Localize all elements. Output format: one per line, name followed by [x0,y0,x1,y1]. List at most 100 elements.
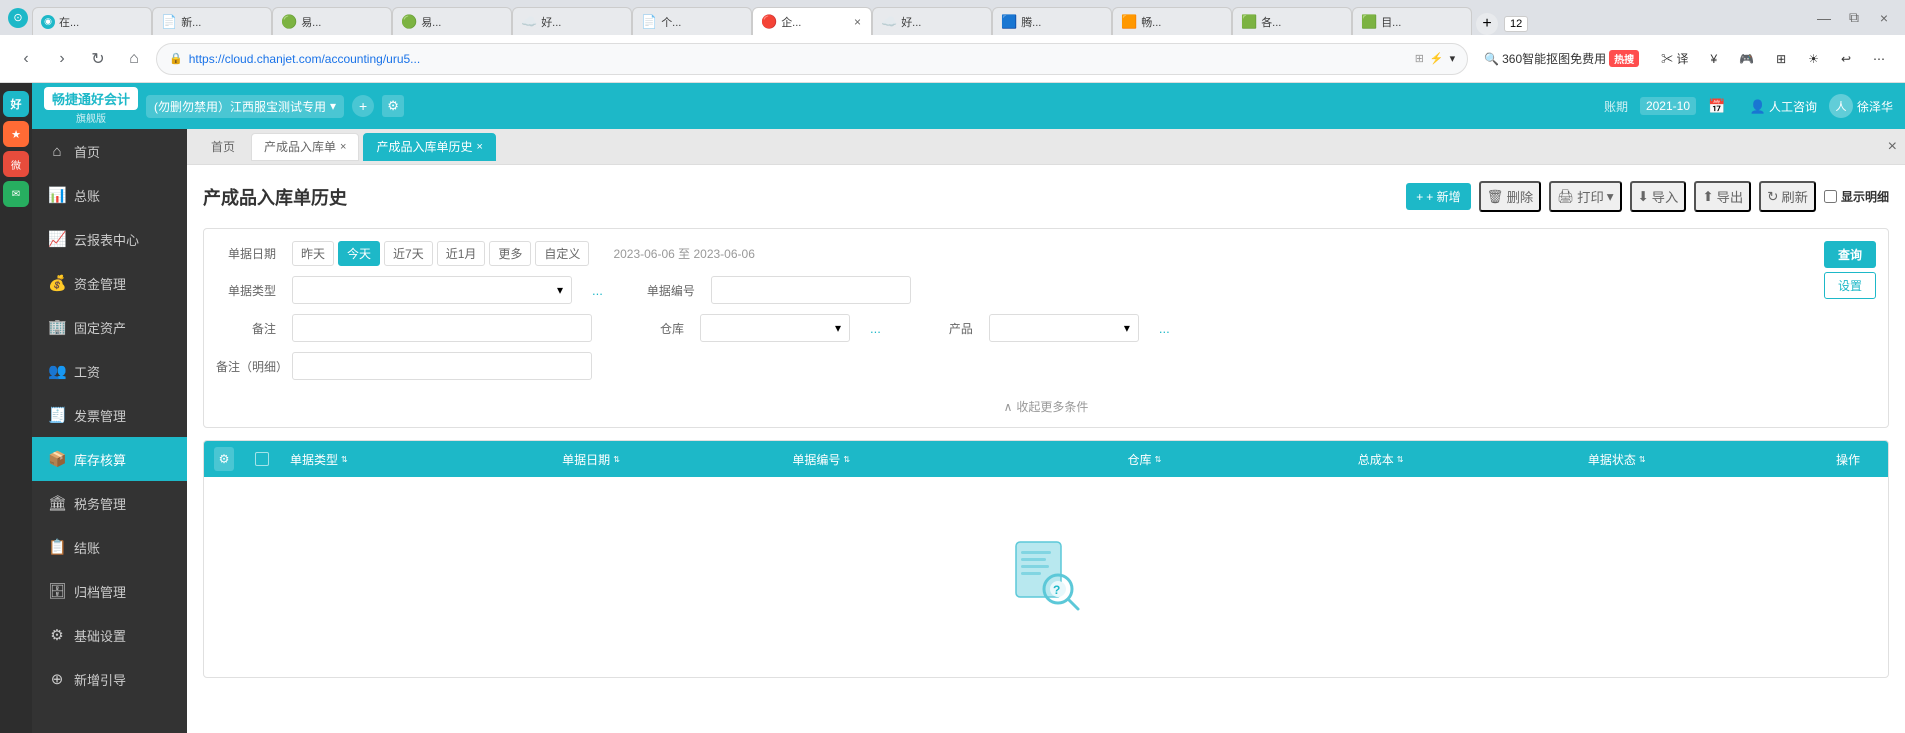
type-more-btn[interactable]: ... [592,283,603,298]
th-cost[interactable]: 总成本 ⇅ [1348,451,1578,468]
query-button[interactable]: 查询 [1824,241,1876,268]
back-button[interactable]: ‹ [12,45,40,73]
table-gear-icon[interactable]: ⚙ [214,447,234,471]
maximize-button[interactable]: ⧉ [1841,5,1867,31]
warehouse-select[interactable]: ▾ [700,314,850,342]
custom-date-btn[interactable]: 自定义 [535,241,589,266]
layout-btn[interactable]: ⊞ [1768,45,1794,73]
select-all-checkbox[interactable] [255,452,269,466]
today-btn[interactable]: 今天 [338,241,380,266]
yesterday-btn[interactable]: 昨天 [292,241,334,266]
browser-tab-1[interactable]: ◉ 在... [32,7,152,35]
browser-tab-10[interactable]: 🟧 畅... [1112,7,1232,35]
sidebar-item-home[interactable]: ⌂ 首页 [32,129,187,173]
show-columns-toggle[interactable]: 显示明细 [1824,188,1889,205]
browser-tab-3[interactable]: 🟢 易... [272,7,392,35]
new-tab-button[interactable]: + [1476,13,1498,35]
browser-tab-2[interactable]: 📄 新... [152,7,272,35]
print-button[interactable]: 🖨 打印 ▾ [1549,181,1621,212]
sidebar-item-closing[interactable]: 📋 结账 [32,525,187,569]
show-columns-checkbox[interactable] [1824,190,1837,203]
tab-list-close[interactable]: × [340,141,346,153]
sidebar-item-invoice[interactable]: 🧾 发票管理 [32,393,187,437]
number-filter-input[interactable] [711,276,911,304]
browser-tab-5[interactable]: ☁️ 好... [512,7,632,35]
company-selector[interactable]: (勿删勿禁用）江西服宝测试专用 ▾ [146,95,344,118]
game-btn[interactable]: 🎮 [1731,45,1762,73]
app-icon-orange[interactable]: ★ [3,121,29,147]
tax-icon: 🏛 [48,494,66,512]
tab-close-7[interactable]: × [852,13,863,31]
undo-btn[interactable]: ↩ [1833,45,1859,73]
refresh-button[interactable]: ↻ 刷新 [1759,181,1816,212]
product-more-btn[interactable]: ... [1159,321,1170,336]
content-close-button[interactable]: × [1888,138,1897,156]
calendar-icon: 📅 [1708,98,1725,115]
browser-tab-4[interactable]: 🟢 易... [392,7,512,35]
more-date-btn[interactable]: 更多 [489,241,531,266]
th-type[interactable]: 单据类型 ⇅ [280,451,552,468]
content-tab-list[interactable]: 产成品入库单 × [251,133,359,161]
th-warehouse[interactable]: 仓库 ⇅ [1118,451,1348,468]
search-btn[interactable]: 🔍 360智能抠图免费用 热搜 [1476,45,1647,73]
browser-tab-7[interactable]: 🔴 企... × [752,7,872,35]
collapse-filter-button[interactable]: ∧ 收起更多条件 [216,398,1876,415]
today-label: 今天 [347,247,371,261]
detail-remark-input[interactable] [292,352,592,380]
sidebar-item-ledger[interactable]: 📊 总账 [32,173,187,217]
app-icon-red[interactable]: 微 [3,151,29,177]
sidebar-item-fixed-assets[interactable]: 🏢 固定资产 [32,305,187,349]
filter-settings-button[interactable]: 设置 [1824,272,1876,299]
browser-tab-8[interactable]: ☁️ 好... [872,7,992,35]
browser-tab-11[interactable]: 🟩 各... [1232,7,1352,35]
translate-btn[interactable]: ¥ [1702,45,1725,73]
last7-btn[interactable]: 近7天 [384,241,433,266]
sidebar-item-tax[interactable]: 🏛 税务管理 [32,481,187,525]
breadcrumb-home[interactable]: 首页 [203,138,243,155]
sidebar-item-payroll[interactable]: 👥 工资 [32,349,187,393]
content-tab-history[interactable]: 产成品入库单历史 × [363,133,495,161]
sidebar-item-more[interactable]: ⊕ 新增引导 [32,657,187,701]
address-bar[interactable]: 🔒 https://cloud.chanjet.com/accounting/u… [156,43,1468,75]
th-checkbox[interactable] [244,452,280,466]
add-company-button[interactable]: + [352,95,374,117]
th-date[interactable]: 单据日期 ⇅ [552,451,782,468]
browser-tab-12[interactable]: 🟩 目... [1352,7,1472,35]
chanjet-icon[interactable]: 好 [3,91,29,117]
add-button[interactable]: + + 新增 [1406,183,1470,210]
remark-filter-input[interactable] [292,314,592,342]
sidebar-item-settings[interactable]: ⚙ 基础设置 [32,613,187,657]
more-btn[interactable]: ⋯ [1865,45,1893,73]
sidebar-item-reports[interactable]: 📈 云报表中心 [32,217,187,261]
more-icon: ⊕ [48,670,66,688]
scissors-btn[interactable]: ✂ 译 [1653,45,1696,73]
th-settings[interactable]: ⚙ [204,447,244,471]
browser-tab-6[interactable]: 📄 个... [632,7,752,35]
warehouse-more-btn[interactable]: ... [870,321,881,336]
app-icon-green[interactable]: ✉ [3,181,29,207]
browser-tab-9[interactable]: 🟦 腾... [992,7,1112,35]
minimize-button[interactable]: — [1811,5,1837,31]
last-month-btn[interactable]: 近1月 [437,241,486,266]
settings-gear-button[interactable]: ⚙ [382,95,404,117]
product-select[interactable]: ▾ [989,314,1139,342]
service-text[interactable]: 人工咨询 [1769,100,1817,114]
warehouse-filter-label: 仓库 [624,320,684,337]
table-empty-state: ? [204,477,1888,677]
th-status[interactable]: 单据状态 ⇅ [1578,451,1808,468]
type-select[interactable]: ▾ [292,276,572,304]
th-number[interactable]: 单据编号 ⇅ [782,451,1117,468]
theme-btn[interactable]: ☀ [1800,45,1827,73]
page-title-text: 产成品入库单历史 [203,184,347,210]
reload-button[interactable]: ↻ [84,45,112,73]
close-button[interactable]: × [1871,5,1897,31]
export-button[interactable]: ⬆ 导出 [1694,181,1751,212]
sidebar-item-archive[interactable]: 🗄 归档管理 [32,569,187,613]
sidebar-item-funds[interactable]: 💰 资金管理 [32,261,187,305]
delete-button[interactable]: 🗑 删除 [1479,181,1542,212]
home-button[interactable]: ⌂ [120,45,148,73]
tab-history-close[interactable]: × [476,141,482,153]
sidebar-item-inventory[interactable]: 📦 库存核算 [32,437,187,481]
forward-button[interactable]: › [48,45,76,73]
import-button[interactable]: ⬇ 导入 [1630,181,1687,212]
